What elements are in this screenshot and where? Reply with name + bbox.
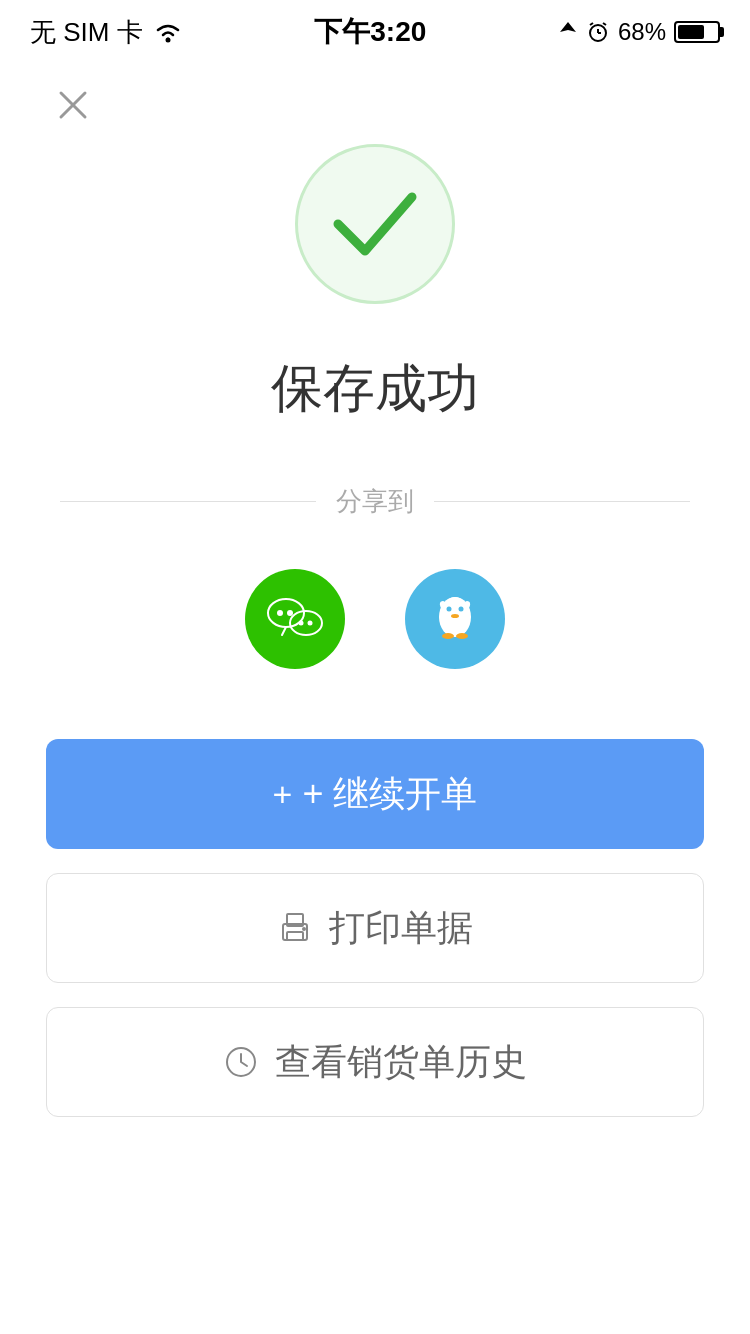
print-label: 打印单据 [329, 904, 473, 953]
wifi-icon [153, 21, 183, 43]
status-bar: 无 SIM 卡 下午3:20 68% [0, 0, 750, 64]
svg-point-11 [290, 611, 322, 635]
close-icon [55, 87, 91, 123]
share-divider: 分享到 [0, 484, 750, 519]
share-icons [245, 569, 505, 669]
svg-point-18 [451, 614, 459, 618]
battery-fill [678, 25, 704, 39]
svg-point-22 [456, 633, 468, 639]
divider-left [60, 501, 316, 502]
qq-icon [425, 589, 485, 649]
svg-point-0 [165, 38, 170, 43]
share-label: 分享到 [316, 484, 434, 519]
success-title: 保存成功 [271, 354, 479, 424]
svg-line-4 [590, 23, 593, 25]
svg-point-12 [299, 621, 304, 626]
svg-point-16 [447, 607, 452, 612]
location-icon [558, 20, 578, 44]
svg-point-10 [287, 610, 293, 616]
print-icon [277, 910, 313, 946]
svg-point-17 [459, 607, 464, 612]
history-icon [223, 1044, 259, 1080]
svg-point-13 [308, 621, 313, 626]
svg-point-26 [302, 927, 306, 931]
wechat-share-button[interactable] [245, 569, 345, 669]
continue-button[interactable]: + + 继续开单 [46, 739, 704, 849]
svg-point-9 [277, 610, 283, 616]
alarm-icon [586, 20, 610, 44]
print-button[interactable]: 打印单据 [46, 873, 704, 983]
battery-bar [674, 21, 720, 43]
continue-label: + 继续开单 [302, 770, 477, 819]
battery-percentage: 68% [618, 18, 666, 46]
status-time: 下午3:20 [314, 13, 426, 51]
checkmark-icon [330, 189, 420, 259]
svg-point-15 [443, 597, 467, 625]
action-buttons: + + 继续开单 打印单据 查看销货单历史 [0, 739, 750, 1117]
main-content: 保存成功 分享到 [0, 64, 750, 1117]
history-label: 查看销货单历史 [275, 1038, 527, 1087]
svg-rect-25 [287, 932, 303, 940]
history-button[interactable]: 查看销货单历史 [46, 1007, 704, 1117]
svg-line-5 [603, 23, 606, 25]
divider-right [434, 501, 690, 502]
status-carrier: 无 SIM 卡 [30, 15, 183, 50]
close-button[interactable] [48, 80, 98, 130]
carrier-text: 无 SIM 卡 [30, 15, 143, 50]
continue-icon: + [273, 775, 293, 814]
status-indicators: 68% [558, 18, 720, 46]
wechat-icon [264, 593, 326, 645]
success-circle [295, 144, 455, 304]
qq-share-button[interactable] [405, 569, 505, 669]
svg-point-21 [442, 633, 454, 639]
